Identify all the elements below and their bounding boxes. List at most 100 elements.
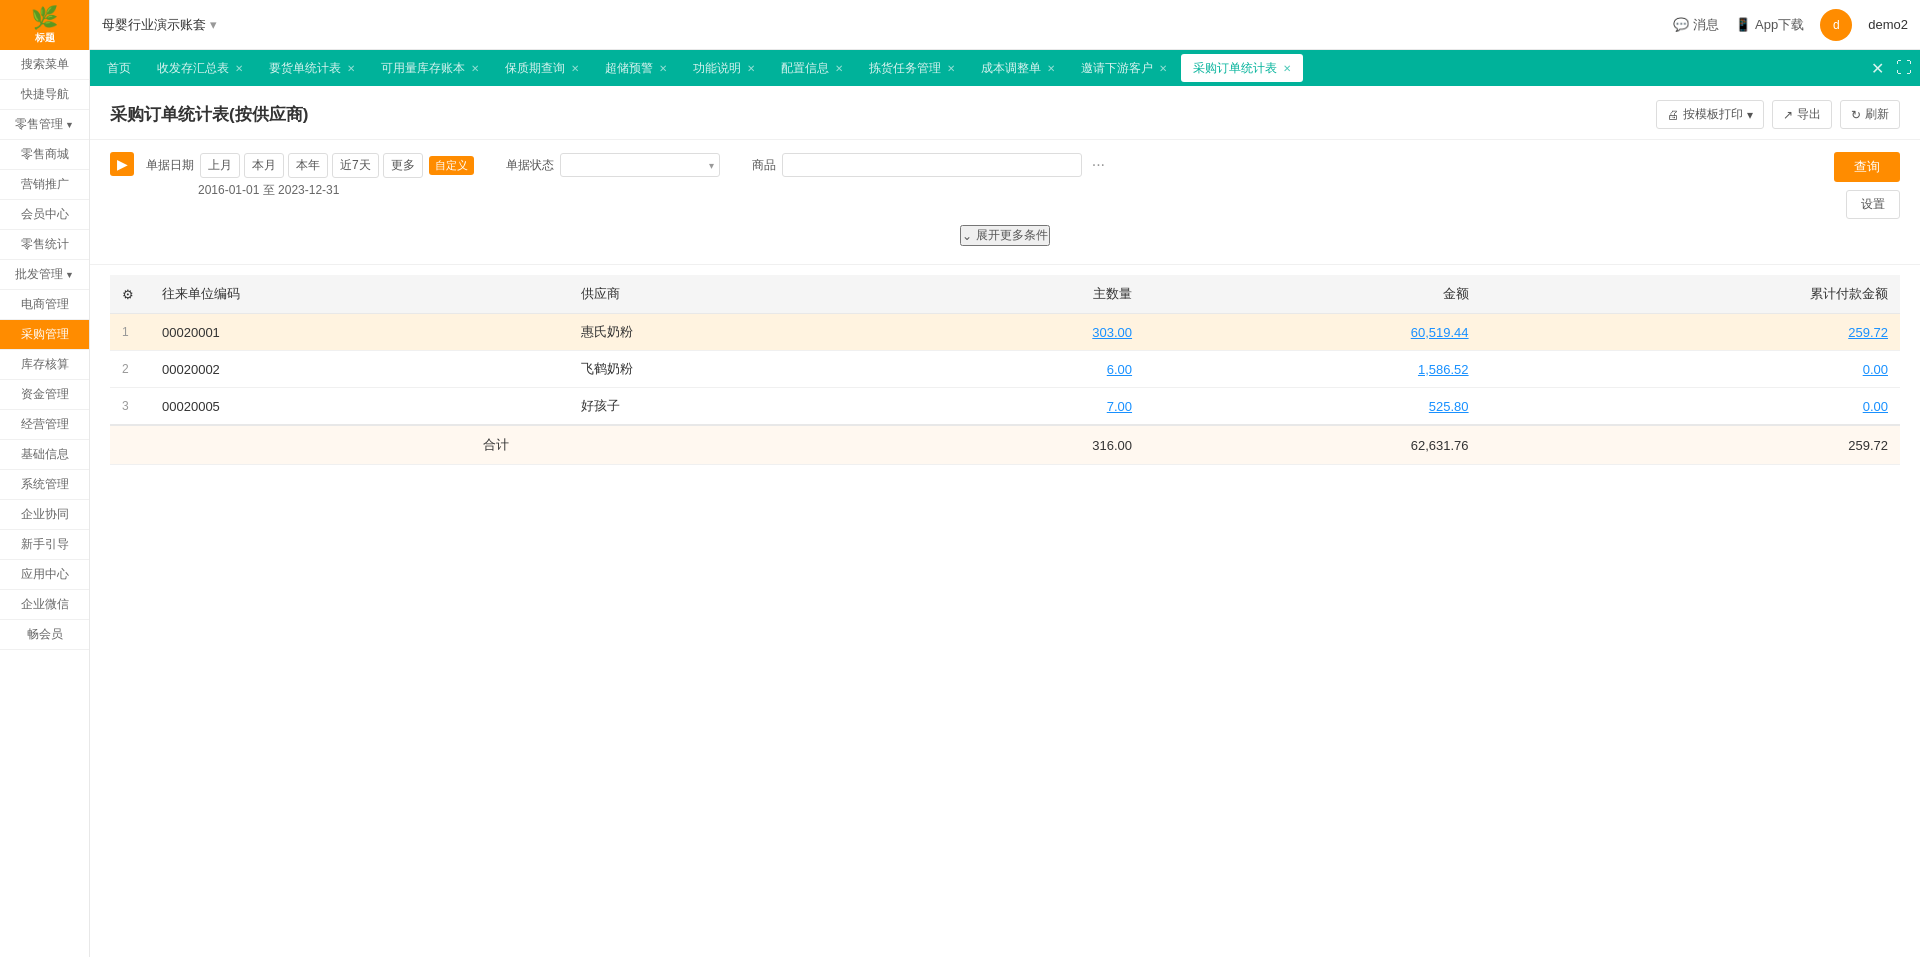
- tab-home[interactable]: 首页: [95, 54, 143, 82]
- amount-link[interactable]: 1,586.52: [1418, 362, 1469, 377]
- status-filter: 单据状态: [506, 153, 720, 177]
- paid-link[interactable]: 259.72: [1848, 325, 1888, 340]
- tab-gnsm[interactable]: 功能说明✕: [681, 54, 767, 82]
- export-button[interactable]: ↗ 导出: [1772, 100, 1832, 129]
- table-row[interactable]: 1 00020001 惠氏奶粉 303.00 60,519.44 259.72: [110, 314, 1900, 351]
- tab-shf[interactable]: 收发存汇总表 ✕: [145, 54, 255, 82]
- sidebar-item-finance[interactable]: 资金管理: [0, 380, 89, 410]
- table-row[interactable]: 2 00020002 飞鹤奶粉 6.00 1,586.52 0.00: [110, 351, 1900, 388]
- topbar: 母婴行业演示账套 ▾ 💬 消息 📱 App下载 d demo2: [90, 0, 1920, 50]
- date-custom-tag[interactable]: 自定义: [429, 156, 474, 175]
- username-label[interactable]: demo2: [1868, 17, 1908, 32]
- tab-close-yyxgy[interactable]: ✕: [1159, 63, 1167, 74]
- tab-close-hrwg[interactable]: ✕: [947, 63, 955, 74]
- qty-link[interactable]: 303.00: [1092, 325, 1132, 340]
- sidebar-item-wechat[interactable]: 企业微信: [0, 590, 89, 620]
- sidebar-item-retail[interactable]: 零售管理 ▼: [0, 110, 89, 140]
- expand-icon: ▼: [65, 120, 74, 130]
- date-quick-btn-本月[interactable]: 本月: [244, 153, 284, 178]
- tab-close-ccy[interactable]: ✕: [659, 63, 667, 74]
- workspace-selector[interactable]: 母婴行业演示账套 ▾: [102, 16, 217, 34]
- goods-input[interactable]: [782, 153, 1082, 177]
- app-download-button[interactable]: 📱 App下载: [1735, 16, 1804, 34]
- more-options-button[interactable]: ···: [1088, 152, 1109, 178]
- amount-link[interactable]: 60,519.44: [1411, 325, 1469, 340]
- tab-cgdd[interactable]: 采购订单统计表 ✕: [1181, 54, 1303, 82]
- user-avatar[interactable]: d: [1820, 9, 1852, 41]
- messages-button[interactable]: 💬 消息: [1673, 16, 1719, 34]
- sidebar-item-inventory[interactable]: 库存核算: [0, 350, 89, 380]
- refresh-button[interactable]: ↻ 刷新: [1840, 100, 1900, 129]
- tab-close-cbtz[interactable]: ✕: [1047, 63, 1055, 74]
- row-paid: 0.00: [1481, 388, 1900, 426]
- tab-label: 收发存汇总表: [157, 60, 229, 77]
- filter-toggle-button[interactable]: ▶: [110, 152, 134, 176]
- date-filter-label: 单据日期: [146, 157, 194, 174]
- settings-button[interactable]: 设置: [1846, 190, 1900, 219]
- tab-yhtj[interactable]: 要货单统计表✕: [257, 54, 367, 82]
- tab-close-kyls[interactable]: ✕: [471, 63, 479, 74]
- status-select[interactable]: [560, 153, 720, 177]
- date-quick-btn-更多[interactable]: 更多: [383, 153, 423, 178]
- query-button[interactable]: 查询: [1834, 152, 1900, 182]
- tab-yyxgy[interactable]: 邀请下游客户✕: [1069, 54, 1179, 82]
- sidebar-item-vip[interactable]: 畅会员: [0, 620, 89, 650]
- tab-cbtz[interactable]: 成本调整单 ✕: [969, 54, 1067, 82]
- sidebar-item-basic[interactable]: 基础信息: [0, 440, 89, 470]
- sidebar-item-label-retail-stats: 零售统计: [21, 237, 69, 251]
- settings-icon[interactable]: ⚙: [122, 287, 134, 302]
- date-quick-btn-上月[interactable]: 上月: [200, 153, 240, 178]
- sidebar-item-wholesale[interactable]: 批发管理 ▼: [0, 260, 89, 290]
- sidebar-item-operations[interactable]: 经营管理: [0, 410, 89, 440]
- sidebar-item-marketing[interactable]: 营销推广: [0, 170, 89, 200]
- row-supplier: 惠氏奶粉: [569, 314, 881, 351]
- paid-link[interactable]: 0.00: [1863, 362, 1888, 377]
- tab-close-gnsm[interactable]: ✕: [747, 63, 755, 74]
- tab-close-bqcx[interactable]: ✕: [571, 63, 579, 74]
- tab-pzxx[interactable]: 配置信息✕: [769, 54, 855, 82]
- sidebar-item-label-member: 会员中心: [21, 207, 69, 221]
- main-area: 母婴行业演示账套 ▾ 💬 消息 📱 App下载 d demo2 首页收发存汇总表…: [90, 0, 1920, 957]
- sidebar-item-ecommerce[interactable]: 电商管理: [0, 290, 89, 320]
- maximize-button[interactable]: ⛶: [1892, 59, 1916, 77]
- footer-paid: 259.72: [1481, 425, 1900, 465]
- sidebar-item-newbie[interactable]: 新手引导: [0, 530, 89, 560]
- sidebar-item-search[interactable]: 搜索菜单: [0, 50, 89, 80]
- row-amount: 525.80: [1144, 388, 1481, 426]
- tab-close-pzxx[interactable]: ✕: [835, 63, 843, 74]
- expand-button[interactable]: ⌄ 展开更多条件: [960, 225, 1050, 246]
- tab-close-yhtj[interactable]: ✕: [347, 63, 355, 74]
- sidebar-item-purchase[interactable]: 采购管理: [0, 320, 89, 350]
- close-tab-button[interactable]: ✕: [1867, 59, 1888, 78]
- sidebar-item-enterprise[interactable]: 企业协同: [0, 500, 89, 530]
- date-quick-btn-近7天[interactable]: 近7天: [332, 153, 379, 178]
- tab-ccy[interactable]: 超储预警✕: [593, 54, 679, 82]
- paid-link[interactable]: 0.00: [1863, 399, 1888, 414]
- sidebar-item-quick-nav[interactable]: 快捷导航: [0, 80, 89, 110]
- sidebar-item-retail-mall[interactable]: 零售商城: [0, 140, 89, 170]
- sidebar-item-retail-stats[interactable]: 零售统计: [0, 230, 89, 260]
- tab-bqcx[interactable]: 保质期查询✕: [493, 54, 591, 82]
- tab-close-shf[interactable]: ✕: [235, 63, 243, 74]
- footer-qty: 316.00: [882, 425, 1144, 465]
- amount-link[interactable]: 525.80: [1429, 399, 1469, 414]
- tab-label: 成本调整单: [981, 60, 1041, 77]
- qty-link[interactable]: 7.00: [1107, 399, 1132, 414]
- sidebar-item-label-vip: 畅会员: [27, 627, 63, 641]
- qty-link[interactable]: 6.00: [1107, 362, 1132, 377]
- tab-label: 采购订单统计表: [1193, 60, 1277, 77]
- sidebar-item-member[interactable]: 会员中心: [0, 200, 89, 230]
- table-row[interactable]: 3 00020005 好孩子 7.00 525.80 0.00: [110, 388, 1900, 426]
- print-button[interactable]: 🖨 按模板打印 ▾: [1656, 100, 1764, 129]
- tab-close-cgdd[interactable]: ✕: [1283, 63, 1291, 74]
- sidebar-item-system[interactable]: 系统管理: [0, 470, 89, 500]
- tab-kyls[interactable]: 可用量库存账本✕: [369, 54, 491, 82]
- expand-row: ⌄ 展开更多条件: [110, 219, 1900, 252]
- tab-hrwg[interactable]: 拣货任务管理✕: [857, 54, 967, 82]
- date-quick-btn-本年[interactable]: 本年: [288, 153, 328, 178]
- sidebar-item-label-inventory: 库存核算: [21, 357, 69, 371]
- sidebar-item-label-purchase: 采购管理: [21, 327, 69, 341]
- row-code: 00020001: [150, 314, 569, 351]
- sidebar-item-appstore[interactable]: 应用中心: [0, 560, 89, 590]
- filter-fields: 单据日期 上月本月本年近7天更多 自定义 单据状态: [146, 152, 1834, 178]
